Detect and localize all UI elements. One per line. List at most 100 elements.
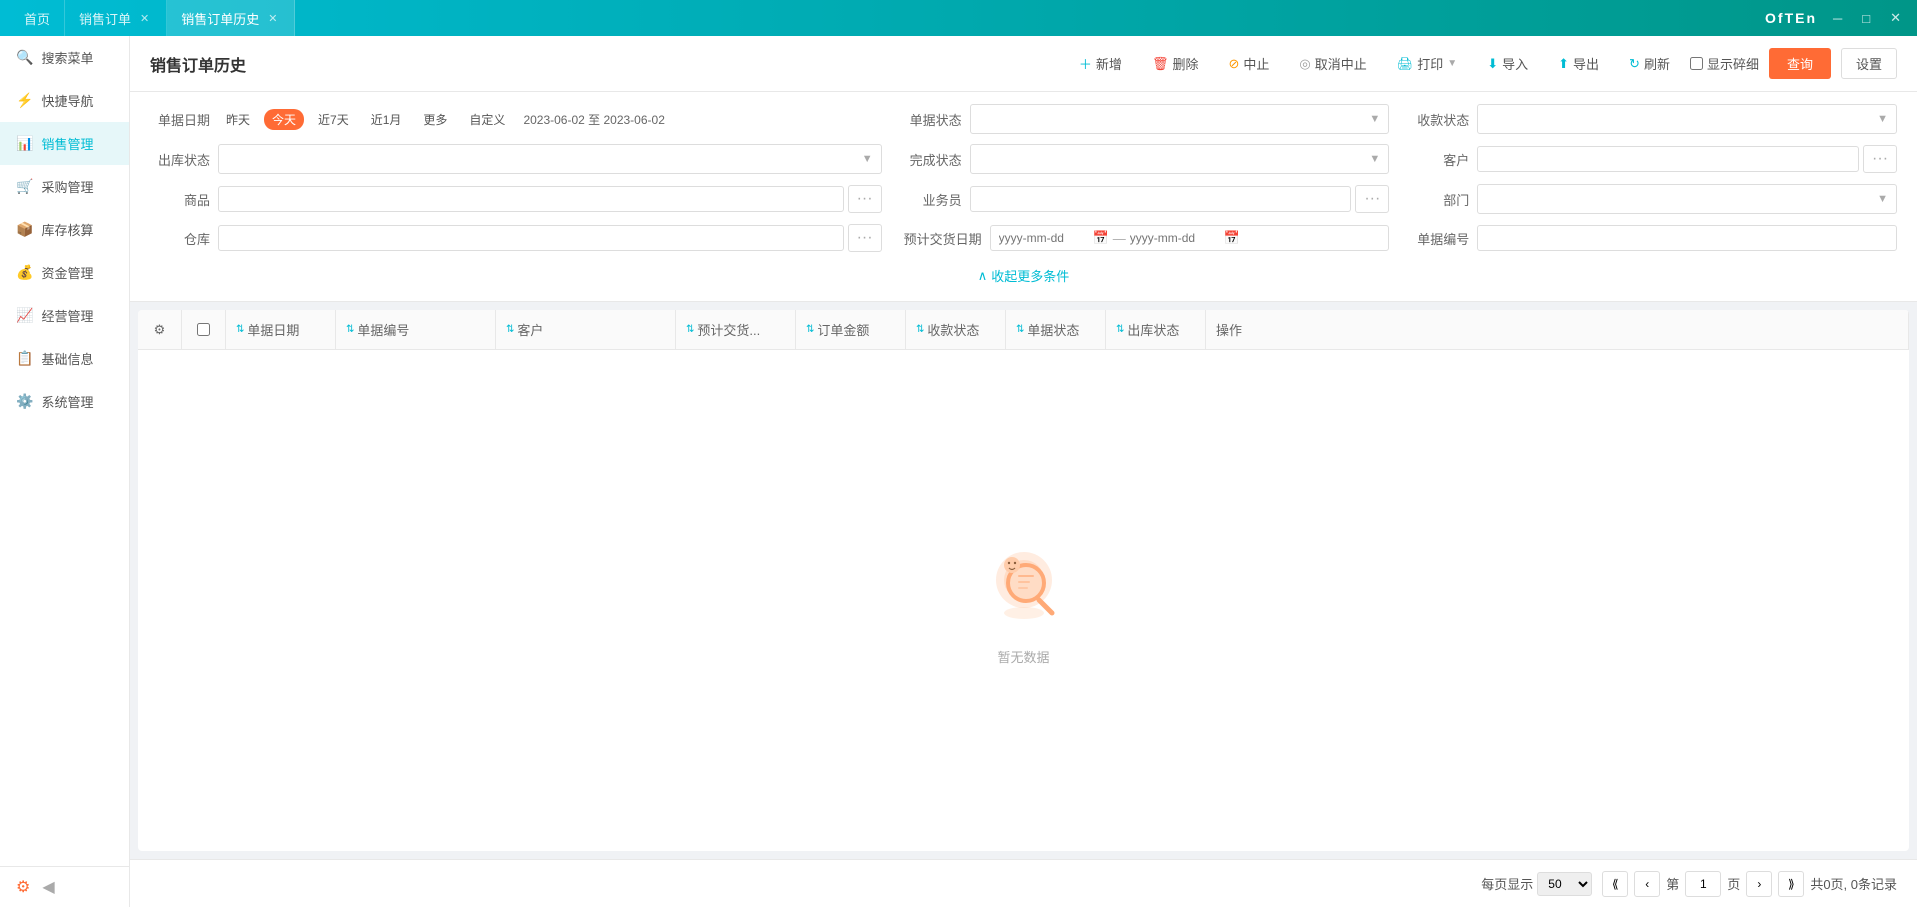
select-all-checkbox[interactable]	[197, 323, 210, 336]
th-pay-label: 收款状态	[927, 320, 979, 339]
date-range: 2023-06-02 至 2023-06-02	[523, 111, 664, 128]
th-pay-icon: ⇅	[916, 324, 924, 335]
prev-page-button[interactable]: ‹	[1634, 871, 1660, 897]
th-customer-label: 客户	[517, 320, 543, 339]
order-status-field: 单据状态 ▼	[902, 104, 1390, 134]
th-pay[interactable]: ⇅ 收款状态	[906, 310, 1006, 349]
delivery-from-input[interactable]	[999, 231, 1089, 245]
sidebar-item-inventory[interactable]: 📦 库存核算	[0, 208, 129, 251]
sidebar-item-operation[interactable]: 📈 经营管理	[0, 294, 129, 337]
export-button[interactable]: ⬆ 导出	[1548, 49, 1609, 78]
next-page-button[interactable]: ›	[1746, 871, 1772, 897]
customer-input[interactable]	[1477, 146, 1859, 172]
minimize-icon[interactable]: ─	[1827, 11, 1848, 26]
page-size-select[interactable]: 50 100 200	[1537, 872, 1592, 896]
filter-row-1: 单据日期 昨天 今天 近7天 近1月 更多 自定义 2023-06-02 至 2…	[150, 104, 1897, 134]
goods-input[interactable]	[218, 186, 844, 212]
date-tag-yesterday[interactable]: 昨天	[218, 109, 258, 130]
add-button[interactable]: ＋ 新增	[1069, 49, 1132, 78]
th-order-status[interactable]: ⇅ 单据状态	[1006, 310, 1106, 349]
date-label: 单据日期	[150, 110, 210, 129]
th-date[interactable]: ⇅ 单据日期	[226, 310, 336, 349]
delete-icon: 🗑	[1152, 56, 1169, 72]
sidebar-item-nav[interactable]: ⚡ 快捷导航	[0, 79, 129, 122]
goods-field: 商品 ···	[150, 185, 882, 213]
sales-rep-input[interactable]	[970, 186, 1352, 212]
refresh-icon: ↻	[1629, 56, 1640, 72]
stock-out-field: 出库状态 ▼	[150, 144, 882, 174]
th-settings[interactable]: ⚙	[138, 310, 182, 349]
refresh-button[interactable]: ↻ 刷新	[1619, 49, 1680, 78]
close-icon[interactable]: ✕	[1884, 10, 1907, 26]
tab-home[interactable]: 首页	[10, 0, 65, 36]
maximize-icon[interactable]: □	[1856, 11, 1876, 26]
delete-button[interactable]: 🗑 删除	[1142, 49, 1209, 78]
date-tag-custom[interactable]: 自定义	[461, 109, 513, 130]
warehouse-dots[interactable]: ···	[848, 224, 882, 252]
tab-sales-close[interactable]: ✕	[137, 11, 152, 26]
sidebar-collapse-icon[interactable]: ◀	[42, 877, 54, 897]
empty-text: 暂无数据	[997, 647, 1049, 666]
sidebar-item-search[interactable]: 🔍 搜索菜单	[0, 36, 129, 79]
sidebar-gear-icon[interactable]: ⚙	[16, 877, 30, 897]
sidebar-item-finance[interactable]: 💰 资金管理	[0, 251, 129, 294]
complete-label: 完成状态	[902, 150, 962, 169]
date-tag-today[interactable]: 今天	[264, 109, 304, 130]
warehouse-label: 仓库	[150, 229, 210, 248]
import-icon: ⬇	[1487, 56, 1498, 72]
stock-out-select[interactable]: ▼	[218, 144, 882, 174]
date-tag-7days[interactable]: 近7天	[310, 109, 357, 130]
th-amount[interactable]: ⇅ 订单金额	[796, 310, 906, 349]
th-delivery[interactable]: ⇅ 预计交货...	[676, 310, 796, 349]
date-tag-more[interactable]: 更多	[415, 109, 455, 130]
last-page-button[interactable]: ⟫	[1778, 871, 1804, 897]
warehouse-input-wrap: ···	[218, 224, 882, 252]
warehouse-field: 仓库 ···	[150, 224, 882, 252]
th-num[interactable]: ⇅ 单据编号	[336, 310, 496, 349]
display-cols-toggle[interactable]: 显示碎细	[1690, 54, 1759, 73]
sidebar-item-purchase[interactable]: 🛒 采购管理	[0, 165, 129, 208]
import-button[interactable]: ⬇ 导入	[1477, 49, 1538, 78]
print-button[interactable]: 🖨 打印 ▼	[1387, 49, 1467, 78]
th-stock-icon: ⇅	[1116, 324, 1124, 335]
warehouse-input[interactable]	[218, 225, 844, 251]
customer-label: 客户	[1409, 150, 1469, 169]
stock-out-label: 出库状态	[150, 150, 210, 169]
payment-status-select[interactable]: ▼	[1477, 104, 1897, 134]
sidebar-item-basic[interactable]: 📋 基础信息	[0, 337, 129, 380]
cancel-stop-button[interactable]: ◎ 取消中止	[1289, 49, 1376, 78]
date-tag-1month[interactable]: 近1月	[363, 109, 410, 130]
pagination-bar: 每页显示 50 100 200 ⟪ ‹ 第 页 › ⟫ 共0页, 0条记录	[130, 859, 1917, 907]
th-num-label: 单据编号	[357, 320, 409, 339]
sidebar-item-sales[interactable]: 📊 销售管理	[0, 122, 129, 165]
query-button[interactable]: 查询	[1769, 48, 1831, 79]
goods-dots[interactable]: ···	[848, 185, 882, 213]
print-icon: 🖨	[1397, 56, 1414, 72]
cancel-label: 取消中止	[1315, 54, 1367, 73]
complete-select[interactable]: ▼	[970, 144, 1390, 174]
total-text: 共0页, 0条记录	[1810, 874, 1897, 893]
tab-sales-history[interactable]: 销售订单历史 ✕	[167, 0, 295, 36]
sidebar-item-system[interactable]: ⚙️ 系统管理	[0, 380, 129, 423]
system-icon: ⚙️	[16, 393, 33, 410]
order-status-select[interactable]: ▼	[970, 104, 1390, 134]
content-area: 销售订单历史 ＋ 新增 🗑 删除 ⊘ 中止 ◎ 取消中止	[130, 36, 1917, 907]
order-num-input[interactable]	[1477, 225, 1897, 251]
collapse-label: 收起更多条件	[991, 266, 1069, 285]
settings-button[interactable]: 设置	[1841, 48, 1897, 79]
collapse-button[interactable]: ∧ 收起更多条件	[974, 262, 1074, 289]
dept-arrow: ▼	[1877, 193, 1888, 205]
dept-select[interactable]: ▼	[1477, 184, 1897, 214]
delivery-to-input[interactable]	[1130, 231, 1220, 245]
th-stock[interactable]: ⇅ 出库状态	[1106, 310, 1206, 349]
page-number-input[interactable]	[1685, 871, 1721, 897]
sales-rep-dots[interactable]: ···	[1355, 185, 1389, 213]
tab-sales-order[interactable]: 销售订单 ✕	[65, 0, 167, 36]
display-cols-checkbox[interactable]	[1690, 57, 1703, 70]
th-customer[interactable]: ⇅ 客户	[496, 310, 676, 349]
export-icon: ⬆	[1558, 56, 1569, 72]
tab-history-close[interactable]: ✕	[265, 11, 280, 26]
first-page-button[interactable]: ⟪	[1602, 871, 1628, 897]
stop-button[interactable]: ⊘ 中止	[1218, 49, 1279, 78]
customer-dots[interactable]: ···	[1863, 145, 1897, 173]
